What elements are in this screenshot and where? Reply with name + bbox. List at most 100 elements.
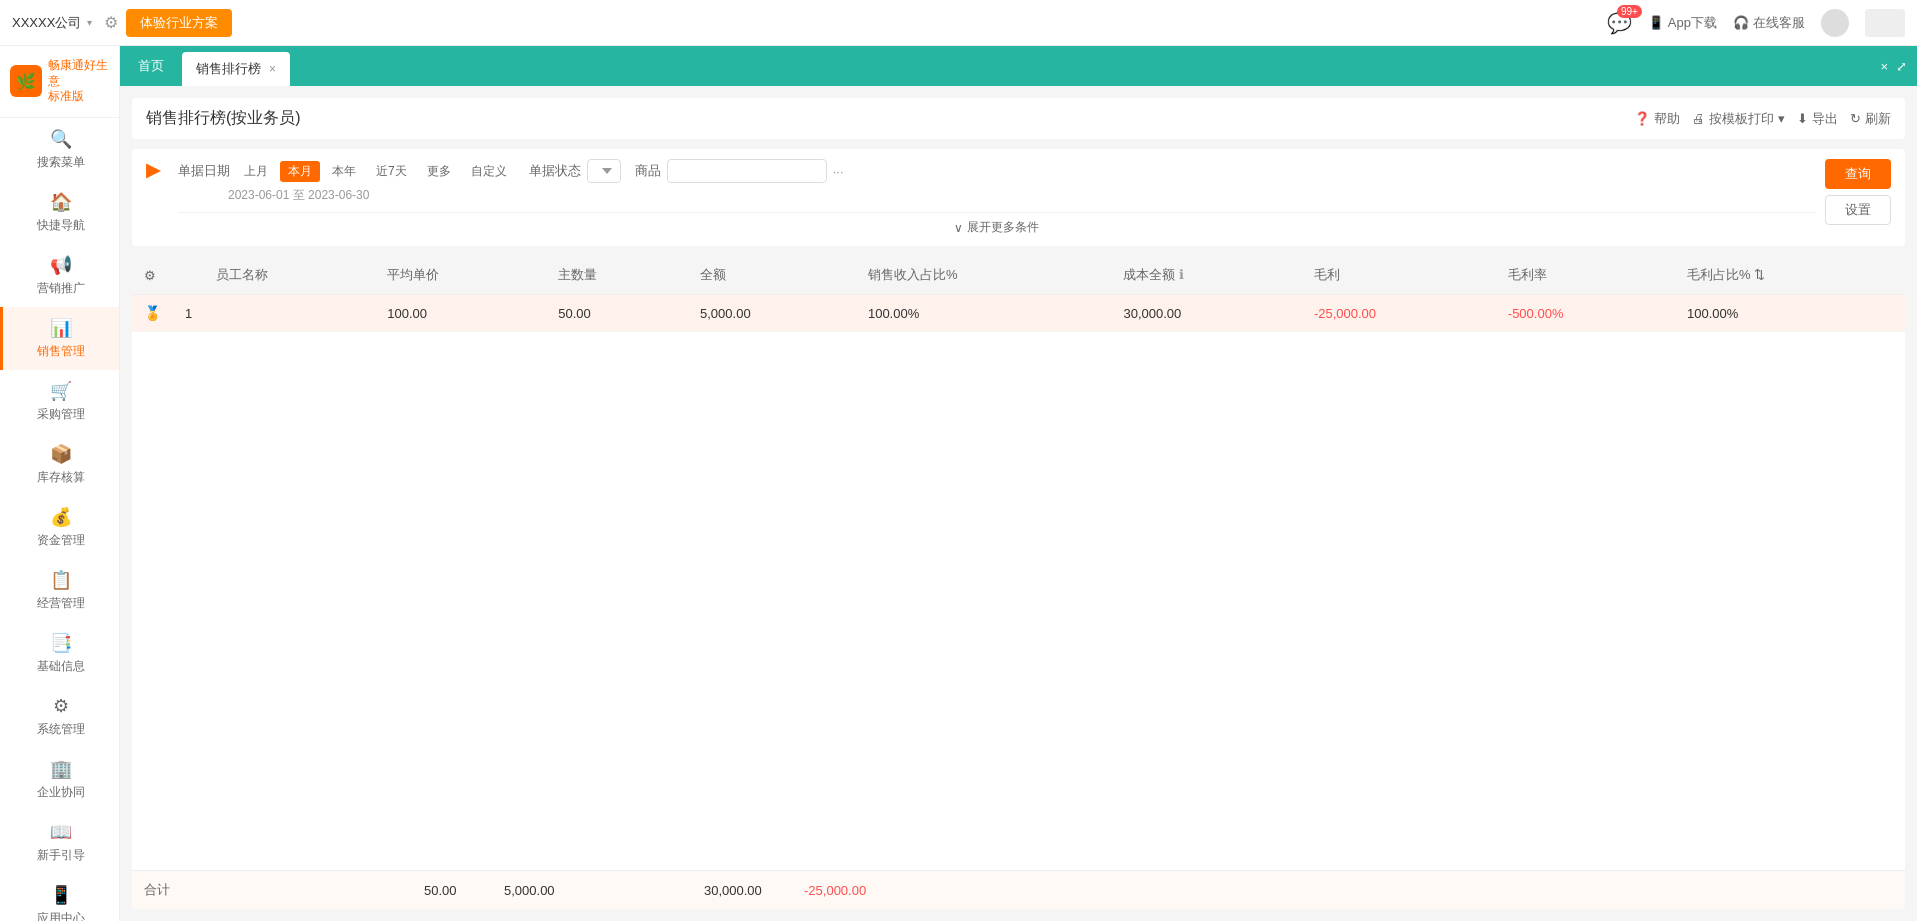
td-cost: 30,000.00 <box>1111 295 1301 332</box>
purchase-icon: 🛒 <box>50 380 72 402</box>
company-selector[interactable]: XXXXX公司 ▾ <box>12 14 92 32</box>
profit-sort-icon[interactable]: ⇅ <box>1754 267 1765 282</box>
filter-row-1: 单据日期 上月 本月 本年 近7天 更多 自定义 <box>178 159 1815 183</box>
sidebar-item-guide[interactable]: 📖 新手引导 <box>0 811 119 874</box>
close-icon[interactable]: × <box>269 62 276 76</box>
th-cost: 成本全额 ℹ <box>1111 256 1301 295</box>
date-tab-custom[interactable]: 自定义 <box>463 161 515 182</box>
td-profit-pct: 100.00% <box>1675 295 1905 332</box>
td-quantity: 50.00 <box>546 295 688 332</box>
goods-label: 商品 <box>635 162 661 180</box>
expand-more-btn[interactable]: ∨ 展开更多条件 <box>178 212 1815 236</box>
th-profit-rate: 毛利率 <box>1496 256 1675 295</box>
chevron-down-expand-icon: ∨ <box>954 221 963 235</box>
sidebar-label-inventory: 库存核算 <box>37 469 85 486</box>
date-tab-this-month[interactable]: 本月 <box>280 161 320 182</box>
sidebar-item-purchase[interactable]: 🛒 采购管理 <box>0 370 119 433</box>
app-download-link[interactable]: 📱 App下载 <box>1648 14 1717 32</box>
content-area: 首页 销售排行榜 × × ⤢ 销售排行榜(按业务员) ❓ 帮助 <box>120 46 1917 921</box>
sidebar-item-finance[interactable]: 💰 资金管理 <box>0 496 119 559</box>
sidebar-item-search[interactable]: 🔍 搜索菜单 <box>0 118 119 181</box>
logo-area: 🌿 畅康通好生意标准版 <box>0 46 119 118</box>
inventory-icon: 📦 <box>50 443 72 465</box>
sidebar-item-quick-nav[interactable]: 🏠 快捷导航 <box>0 181 119 244</box>
refresh-button[interactable]: ↻ 刷新 <box>1850 110 1891 128</box>
date-range-display: 2023-06-01 至 2023-06-30 <box>228 187 1815 204</box>
help-button[interactable]: ❓ 帮助 <box>1634 110 1680 128</box>
sidebar-item-system[interactable]: ⚙ 系统管理 <box>0 685 119 748</box>
operations-icon: 📋 <box>50 569 72 591</box>
sidebar-item-inventory[interactable]: 📦 库存核算 <box>0 433 119 496</box>
sidebar-label-system: 系统管理 <box>37 721 85 738</box>
date-label: 单据日期 <box>178 162 230 180</box>
sidebar-label-basic: 基础信息 <box>37 658 85 675</box>
sidebar-label-finance: 资金管理 <box>37 532 85 549</box>
apps-icon: 📱 <box>50 884 72 906</box>
sidebar-label-sales: 销售管理 <box>37 343 85 360</box>
td-name <box>204 295 375 332</box>
page-actions: ❓ 帮助 🖨 按模板打印 ▾ ⬇ 导出 ↻ 刷新 <box>1634 110 1891 128</box>
help-icon: ❓ <box>1634 111 1650 126</box>
tab-sales-rank[interactable]: 销售排行榜 × <box>182 52 290 86</box>
th-quantity: 主数量 <box>546 256 688 295</box>
page-title: 销售排行榜(按业务员) <box>146 108 301 129</box>
date-tab-this-year[interactable]: 本年 <box>324 161 364 182</box>
headset-icon: 🎧 <box>1733 15 1749 30</box>
trial-button[interactable]: 体验行业方案 <box>126 9 232 37</box>
print-button[interactable]: 🖨 按模板打印 ▾ <box>1692 110 1785 128</box>
total-label: 合计 <box>144 881 344 899</box>
filter-buttons: 查询 设置 <box>1825 159 1891 225</box>
export-icon: ⬇ <box>1797 111 1808 126</box>
finance-icon: 💰 <box>50 506 72 528</box>
goods-more-icon[interactable]: ··· <box>833 164 844 179</box>
sidebar-item-operations[interactable]: 📋 经营管理 <box>0 559 119 622</box>
sidebar-label-purchase: 采购管理 <box>37 406 85 423</box>
th-avg-price: 平均单价 <box>375 256 546 295</box>
tab-maximize-icon[interactable]: ⤢ <box>1896 59 1907 74</box>
sidebar-label-marketing: 营销推广 <box>37 280 85 297</box>
print-icon: 🖨 <box>1692 111 1705 126</box>
total-profit: -25,000.00 <box>804 883 904 898</box>
date-tab-last-month[interactable]: 上月 <box>236 161 276 182</box>
settings-button[interactable]: 设置 <box>1825 195 1891 225</box>
th-sales-pct: 销售收入占比% <box>856 256 1112 295</box>
collapse-filter-icon[interactable]: ▶ <box>146 159 160 181</box>
tab-bar: 首页 销售排行榜 × × ⤢ <box>120 46 1917 86</box>
date-tab-7days[interactable]: 近7天 <box>368 161 415 182</box>
tab-home-label: 首页 <box>138 57 164 75</box>
sidebar-label-guide: 新手引导 <box>37 847 85 864</box>
th-settings-icon[interactable]: ⚙ <box>132 256 173 295</box>
sidebar-item-apps[interactable]: 📱 应用中心 <box>0 874 119 921</box>
sidebar-item-sales[interactable]: 📊 销售管理 <box>0 307 119 370</box>
basic-icon: 📑 <box>50 632 72 654</box>
message-icon[interactable]: 💬 99+ <box>1607 11 1632 35</box>
status-select[interactable] <box>587 159 621 183</box>
header-settings-icon[interactable]: ⚙ <box>104 13 118 32</box>
td-rank-icon: 🏅 <box>132 295 173 332</box>
export-button[interactable]: ⬇ 导出 <box>1797 110 1838 128</box>
sidebar: 🌿 畅康通好生意标准版 🔍 搜索菜单 🏠 快捷导航 📢 营销推广 📊 销售管理 … <box>0 46 120 921</box>
total-amount: 5,000.00 <box>504 883 604 898</box>
main-layout: 🌿 畅康通好生意标准版 🔍 搜索菜单 🏠 快捷导航 📢 营销推广 📊 销售管理 … <box>0 46 1917 921</box>
user-avatar[interactable] <box>1821 9 1849 37</box>
sidebar-label-operations: 经营管理 <box>37 595 85 612</box>
td-rank: 1 <box>173 295 204 332</box>
query-button[interactable]: 查询 <box>1825 159 1891 189</box>
sidebar-item-basic[interactable]: 📑 基础信息 <box>0 622 119 685</box>
online-support-link[interactable]: 🎧 在线客服 <box>1733 14 1805 32</box>
tab-home[interactable]: 首页 <box>120 46 182 86</box>
tab-close-window-icon[interactable]: × <box>1880 59 1888 74</box>
print-chevron-icon: ▾ <box>1778 111 1785 126</box>
filter-goods: 商品 ··· <box>635 159 844 183</box>
date-tab-more[interactable]: 更多 <box>419 161 459 182</box>
system-icon: ⚙ <box>53 695 69 717</box>
tab-sales-rank-label: 销售排行榜 <box>196 60 261 78</box>
cost-info-icon[interactable]: ℹ <box>1179 267 1184 282</box>
search-icon: 🔍 <box>50 128 72 150</box>
filter-date: 单据日期 上月 本月 本年 近7天 更多 自定义 <box>178 161 515 182</box>
top-header: XXXXX公司 ▾ ⚙ 体验行业方案 💬 99+ 📱 App下载 🎧 在线客服 <box>0 0 1917 46</box>
th-rank <box>173 256 204 295</box>
sidebar-item-enterprise[interactable]: 🏢 企业协同 <box>0 748 119 811</box>
sidebar-item-marketing[interactable]: 📢 营销推广 <box>0 244 119 307</box>
goods-input[interactable] <box>667 159 827 183</box>
